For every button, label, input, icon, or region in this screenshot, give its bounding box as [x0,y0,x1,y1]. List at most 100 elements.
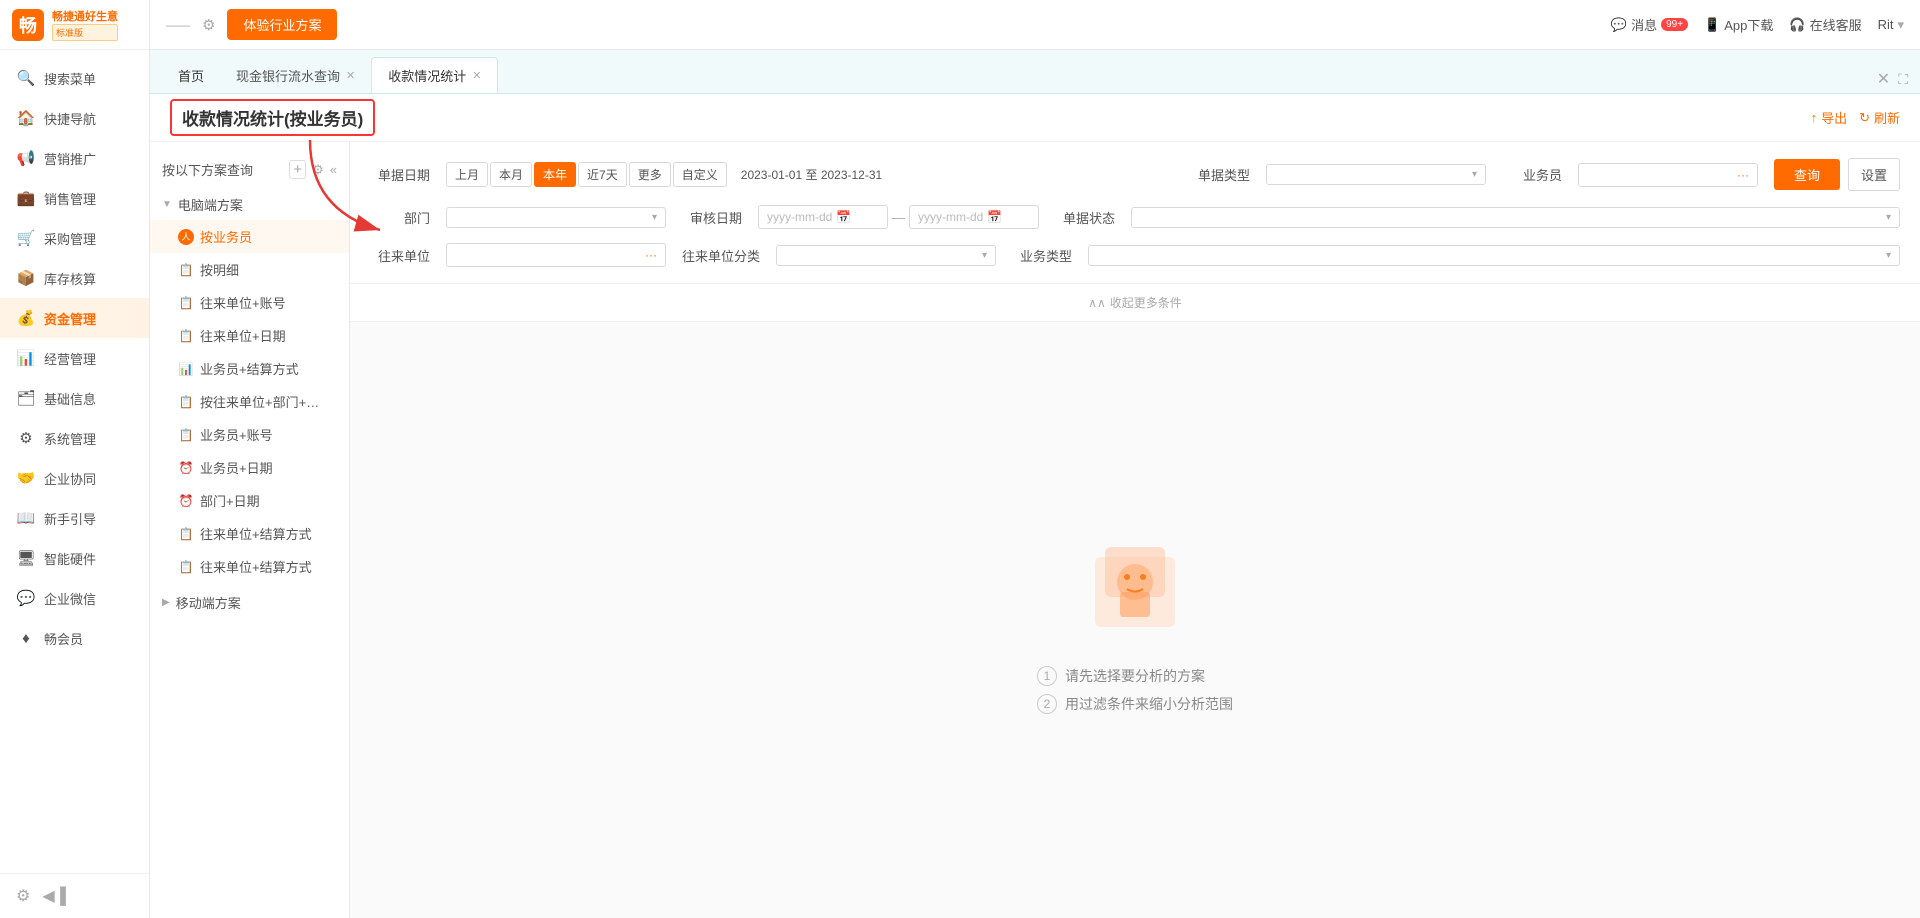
sidebar-item-hardware[interactable]: 🖥 智能硬件 [0,538,149,578]
doc-status-chevron-icon: ▾ [1886,212,1891,223]
logo-icon: 畅 [12,9,44,41]
sidebar-item-inventory-label: 库存核算 [44,269,96,288]
tab-bank-flow-close-icon[interactable]: ✕ [346,69,355,82]
app-download-button[interactable]: 📱 App下载 [1704,15,1773,34]
audit-date-label: 审核日期 [682,208,742,227]
doc-type-select[interactable]: ▾ [1266,164,1486,185]
tabs-bar: 首页 现金银行流水查询 ✕ 收款情况统计 ✕ ✕ ⛶ [150,50,1920,94]
date-btn-7days[interactable]: 近7天 [578,162,627,187]
desktop-scheme-label: 电脑端方案 [178,195,243,214]
settings-button[interactable]: 设置 [1848,158,1900,191]
scheme-by-salesperson[interactable]: 人 按业务员 [150,220,349,253]
refresh-label: 刷新 [1874,108,1900,127]
doc-status-select[interactable]: ▾ [1131,207,1900,228]
scheme-partner-account[interactable]: 📋 往来单位+账号 [150,286,349,319]
salesperson-more-icon[interactable]: ··· [1737,168,1749,182]
scheme-partner-settlement2-label: 往来单位+结算方式 [200,557,312,576]
topbar-gear-icon[interactable]: ⚙ [202,16,215,34]
query-button[interactable]: 查询 [1774,159,1840,190]
sidebar-item-system-label: 系统管理 [44,429,96,448]
scheme-partner-settlement2[interactable]: 📋 往来单位+结算方式 [150,550,349,583]
sidebar-item-purchase-label: 采购管理 [44,229,96,248]
date-btn-more[interactable]: 更多 [629,162,671,187]
sidebar-item-member[interactable]: ♦ 畅会员 [0,618,149,658]
user-chevron-icon: ▾ [1897,17,1904,33]
scheme-partner-date[interactable]: 📋 往来单位+日期 [150,319,349,352]
tab-home[interactable]: 首页 [162,58,220,93]
calendar-to-icon[interactable]: 📅 [987,210,1002,224]
empty-state: 1 请先选择要分析的方案 2 用过滤条件来缩小分析范围 [350,322,1920,918]
salesperson-account-icon: 📋 [178,427,194,443]
app-download-label: App下载 [1724,15,1773,34]
partner-category-select[interactable]: ▾ [776,245,996,266]
dept-select[interactable]: ▾ [446,207,666,228]
scheme-partner-settlement1[interactable]: 📋 往来单位+结算方式 [150,517,349,550]
desktop-scheme-title[interactable]: ▼ 电脑端方案 [150,189,349,220]
trial-button[interactable]: 体验行业方案 [227,9,337,40]
collapse-more-bar[interactable]: ∧∧ 收起更多条件 [350,284,1920,322]
sidebar-item-guide[interactable]: 📖 新手引导 [0,498,149,538]
tabs-maximize-icon[interactable]: ⛶ [1898,71,1908,88]
audit-date-to[interactable]: yyyy-mm-dd 📅 [909,205,1039,229]
desktop-scheme-arrow-icon: ▼ [162,199,172,210]
partner-more-icon[interactable]: ··· [645,248,657,262]
partner-dept-icon: 📋 [178,394,194,410]
collapse-panel-icon[interactable]: « [330,162,337,177]
sidebar-item-system[interactable]: ⚙ 系统管理 [0,418,149,458]
sidebar-item-inventory[interactable]: 📦 库存核算 [0,258,149,298]
scheme-salesperson-account[interactable]: 📋 业务员+账号 [150,418,349,451]
collapse-sidebar-icon[interactable]: ◀▐ [42,886,66,906]
sidebar-item-sales[interactable]: 💼 销售管理 [0,178,149,218]
refresh-button[interactable]: ↻ 刷新 [1859,108,1900,127]
sidebar-item-purchase[interactable]: 🛒 采购管理 [0,218,149,258]
doc-type-label: 单据类型 [1190,165,1250,184]
scheme-dept-date[interactable]: ⏰ 部门+日期 [150,484,349,517]
scheme-by-detail[interactable]: 📋 按明细 [150,253,349,286]
salesperson-select[interactable]: ··· [1578,163,1758,187]
basic-icon: 🗂 [16,388,36,408]
dept-date-icon: ⏰ [178,493,194,509]
sidebar-item-wechat[interactable]: 💬 企业微信 [0,578,149,618]
audit-date-from[interactable]: yyyy-mm-dd 📅 [758,205,888,229]
sidebar-item-basic[interactable]: 🗂 基础信息 [0,378,149,418]
tab-collection-stats-close-icon[interactable]: ✕ [472,69,481,82]
settings-bottom-icon[interactable]: ⚙ [16,886,30,906]
date-range-text: 2023-01-01 至 2023-12-31 [741,166,882,183]
calendar-from-icon[interactable]: 📅 [836,210,851,224]
sidebar-item-marketing[interactable]: 📢 营销推广 [0,138,149,178]
date-btn-last-month[interactable]: 上月 [446,162,488,187]
search-nav-icon: 🔍 [16,68,36,88]
scheme-settings-icon[interactable]: ⚙ [312,162,324,178]
scheme-partner-dept[interactable]: 📋 按往来单位+部门+收... [150,385,349,418]
sidebar-item-enterprise[interactable]: 🤝 企业协同 [0,458,149,498]
export-button[interactable]: ↑ 导出 [1811,108,1848,127]
partner-select[interactable]: ··· [446,243,666,267]
date-btn-this-year[interactable]: 本年 [534,162,576,187]
add-scheme-icon[interactable]: + [289,160,306,179]
mobile-scheme-title[interactable]: ▶ 移动端方案 [150,587,349,618]
tabs-close-all-icon[interactable]: ✕ [1877,69,1890,89]
tab-collection-stats[interactable]: 收款情况统计 ✕ [371,57,498,93]
filter-panel: 按以下方案查询 + ⚙ « ▼ 电脑端方案 人 按业务员 [150,142,350,918]
scheme-salesperson-date[interactable]: ⏰ 业务员+日期 [150,451,349,484]
date-btn-this-month[interactable]: 本月 [490,162,532,187]
sidebar-item-finance[interactable]: 💰 资金管理 [0,298,149,338]
sidebar-item-operation[interactable]: 📊 经营管理 [0,338,149,378]
export-icon: ↑ [1811,110,1818,125]
sidebar-item-enterprise-label: 企业协同 [44,469,96,488]
scheme-dept-date-label: 部门+日期 [200,491,260,510]
inventory-icon: 📦 [16,268,36,288]
sidebar-item-search[interactable]: 🔍 搜索菜单 [0,58,149,98]
logo-area: 畅 畅捷通好生意 标准版 [0,0,149,50]
biz-type-select[interactable]: ▾ [1088,245,1900,266]
sidebar-item-quicknav[interactable]: 🏠 快捷导航 [0,98,149,138]
partner-category-chevron-icon: ▾ [982,250,987,261]
scheme-salesperson-settlement[interactable]: 📊 业务员+结算方式 [150,352,349,385]
tab-bank-flow[interactable]: 现金银行流水查询 ✕ [220,58,371,93]
date-btn-custom[interactable]: 自定义 [673,162,727,187]
message-button[interactable]: 💬 消息 99+ [1611,15,1688,34]
filter-row-1: 单据日期 上月 本月 本年 近7天 更多 自定义 2023-01-01 至 20… [370,158,1900,191]
desktop-scheme-section: ▼ 电脑端方案 人 按业务员 📋 按明细 📋 往来单位+账号 [150,189,349,583]
online-service-button[interactable]: 🎧 在线客服 [1789,15,1861,34]
user-avatar[interactable]: Rit ▾ [1878,17,1904,33]
